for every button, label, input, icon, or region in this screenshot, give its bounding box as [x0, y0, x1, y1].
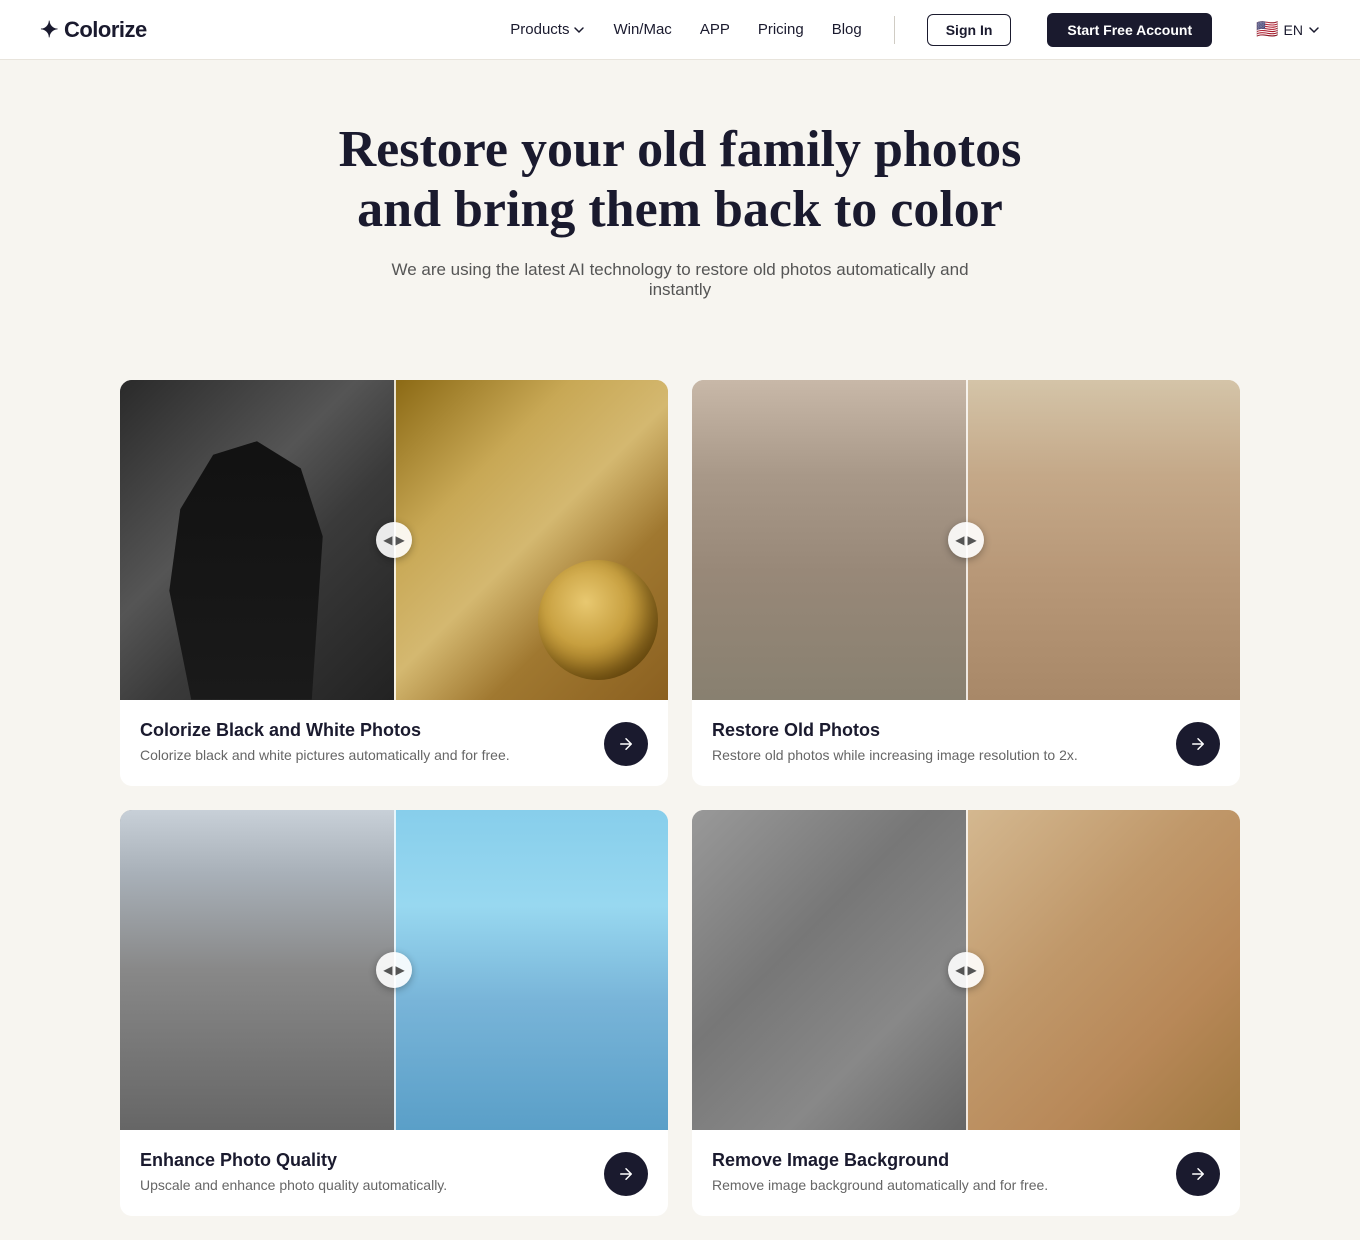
right-arrow-icon-4: ▶ — [968, 963, 977, 977]
slider-handle[interactable]: ◀ ▶ — [376, 522, 412, 558]
castle-color-half — [394, 810, 668, 1130]
card-desc-restore: Restore old photos while increasing imag… — [712, 747, 1078, 763]
arrow-right-icon — [617, 735, 635, 753]
arrow-right-icon-2 — [1189, 735, 1207, 753]
card-arrow-enhance[interactable] — [604, 1152, 648, 1196]
einstein-color-half — [394, 380, 668, 700]
hero-subtitle: We are using the latest AI technology to… — [380, 260, 980, 300]
card-colorize-bw: ◀ ▶ Colorize Black and White Photos Colo… — [120, 380, 668, 786]
hero-section: Restore your old family photos and bring… — [0, 60, 1360, 340]
card-arrow-bg[interactable] — [1176, 1152, 1220, 1196]
card-desc-colorize: Colorize black and white pictures automa… — [140, 747, 510, 763]
slider-handle-4[interactable]: ◀ ▶ — [948, 952, 984, 988]
card-title-bg: Remove Image Background — [712, 1150, 1048, 1171]
start-free-button[interactable]: Start Free Account — [1047, 13, 1212, 47]
card-image-colorize: ◀ ▶ — [120, 380, 668, 700]
arrow-right-icon-3 — [617, 1165, 635, 1183]
nav-pricing[interactable]: Pricing — [758, 21, 804, 38]
card-desc-bg: Remove image background automatically an… — [712, 1177, 1048, 1193]
left-arrow-icon: ◀ — [383, 533, 392, 547]
children-bw-half — [692, 380, 966, 700]
boy-color-half — [966, 810, 1240, 1130]
right-arrow-icon-2: ▶ — [968, 533, 977, 547]
card-info-bg: Remove Image Background Remove image bac… — [692, 1130, 1240, 1216]
boy-bw-half — [692, 810, 966, 1130]
logo-star: ✦ — [40, 17, 58, 43]
card-image-bg: ◀ ▶ — [692, 810, 1240, 1130]
card-restore: ◀ ▶ Restore Old Photos Restore old photo… — [692, 380, 1240, 786]
card-title-enhance: Enhance Photo Quality — [140, 1150, 447, 1171]
einstein-bw-half — [120, 380, 394, 700]
cards-grid: ◀ ▶ Colorize Black and White Photos Colo… — [80, 380, 1280, 1216]
card-title-colorize: Colorize Black and White Photos — [140, 720, 510, 741]
nav-divider — [894, 16, 895, 44]
language-selector[interactable]: 🇺🇸 EN — [1256, 19, 1320, 40]
chevron-down-icon — [573, 24, 585, 36]
navbar: ✦ Colorize Products Win/Mac APP Pricing … — [0, 0, 1360, 60]
left-arrow-icon-3: ◀ — [383, 963, 392, 977]
lang-label: EN — [1284, 22, 1303, 38]
card-info-restore: Restore Old Photos Restore old photos wh… — [692, 700, 1240, 786]
right-arrow-icon-3: ▶ — [396, 963, 405, 977]
logo[interactable]: ✦ Colorize — [40, 17, 147, 43]
card-title-restore: Restore Old Photos — [712, 720, 1078, 741]
right-arrow-icon: ▶ — [396, 533, 405, 547]
nav-app[interactable]: APP — [700, 21, 730, 38]
castle-bw-half — [120, 810, 394, 1130]
card-info-enhance: Enhance Photo Quality Upscale and enhanc… — [120, 1130, 668, 1216]
hero-title: Restore your old family photos and bring… — [330, 120, 1030, 240]
nav-products[interactable]: Products — [510, 21, 585, 38]
card-enhance: ◀ ▶ Enhance Photo Quality Upscale and en… — [120, 810, 668, 1216]
card-image-enhance: ◀ ▶ — [120, 810, 668, 1130]
arrow-right-icon-4 — [1189, 1165, 1207, 1183]
slider-handle-3[interactable]: ◀ ▶ — [376, 952, 412, 988]
lang-chevron-icon — [1308, 24, 1320, 36]
nav-blog[interactable]: Blog — [832, 21, 862, 38]
logo-text: Colorize — [64, 17, 147, 43]
card-arrow-colorize[interactable] — [604, 722, 648, 766]
card-image-restore: ◀ ▶ — [692, 380, 1240, 700]
signin-button[interactable]: Sign In — [927, 14, 1012, 46]
slider-handle-2[interactable]: ◀ ▶ — [948, 522, 984, 558]
card-arrow-restore[interactable] — [1176, 722, 1220, 766]
children-color-half — [966, 380, 1240, 700]
left-arrow-icon-4: ◀ — [955, 963, 964, 977]
nav-winmac[interactable]: Win/Mac — [613, 21, 671, 38]
flag-icon: 🇺🇸 — [1256, 19, 1278, 40]
card-info-colorize: Colorize Black and White Photos Colorize… — [120, 700, 668, 786]
card-bg-remove: ◀ ▶ Remove Image Background Remove image… — [692, 810, 1240, 1216]
left-arrow-icon-2: ◀ — [955, 533, 964, 547]
card-desc-enhance: Upscale and enhance photo quality automa… — [140, 1177, 447, 1193]
